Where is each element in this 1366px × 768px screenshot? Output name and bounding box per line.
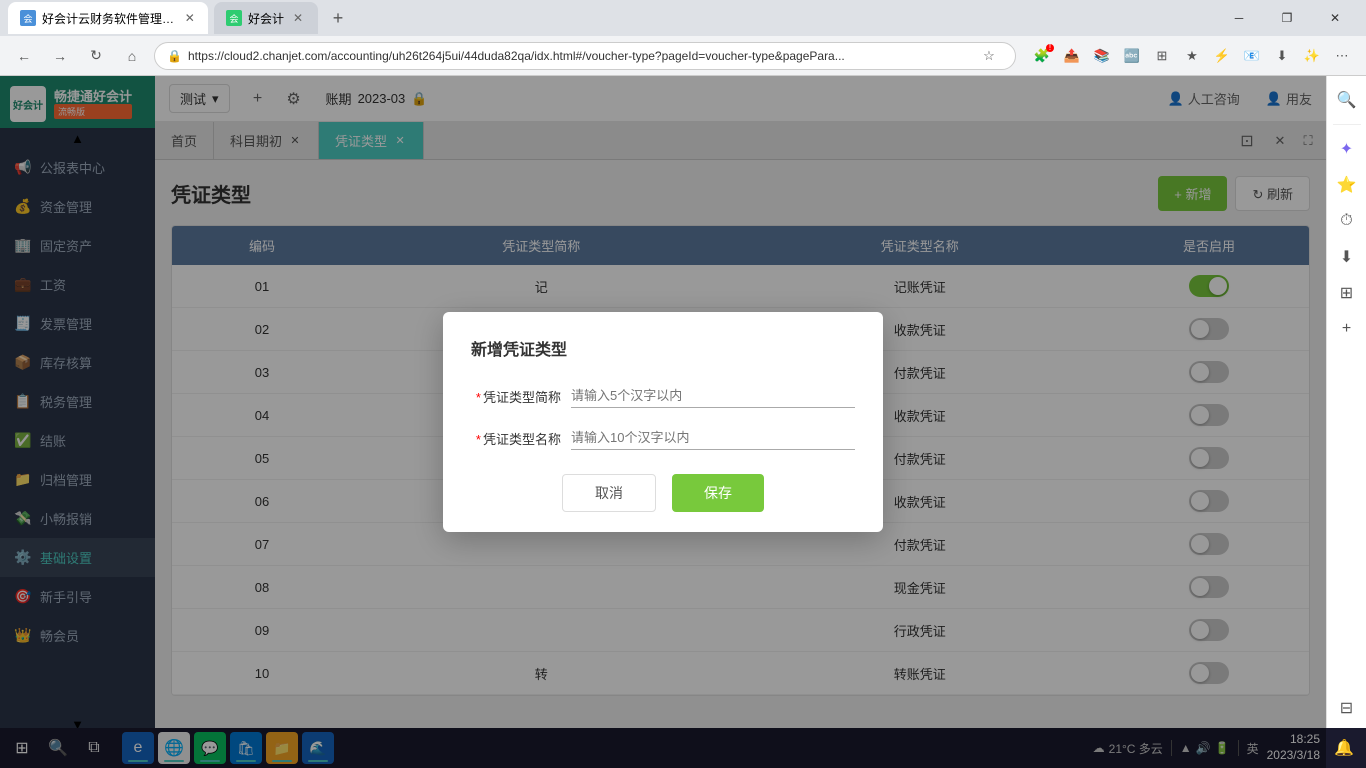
save-button[interactable]: 保存 (672, 474, 764, 512)
name-label: 凭证类型名称 (471, 429, 571, 448)
modal-title: 新增凭证类型 (471, 336, 855, 360)
home-button[interactable]: ⌂ (118, 42, 146, 70)
minimize-button[interactable]: ─ (1216, 2, 1262, 34)
more-icon[interactable]: ⋯ (1328, 42, 1356, 70)
tab2-close-icon[interactable]: ✕ (290, 10, 306, 26)
form-row-name: 凭证类型名称 (471, 426, 855, 450)
window-controls: ─ ❐ ✕ (1216, 2, 1358, 34)
bing-icon[interactable]: ⚡ (1208, 42, 1236, 70)
tab2-label: 好会计 (248, 10, 284, 27)
right-collections-button[interactable]: ⭐ (1331, 169, 1363, 201)
close-window-button[interactable]: ✕ (1312, 2, 1358, 34)
forward-button[interactable]: → (46, 42, 74, 70)
reload-button[interactable]: ↻ (82, 42, 110, 70)
name-input[interactable] (571, 426, 855, 450)
modal-overlay: 新增凭证类型 凭证类型简称 凭证类型名称 取消 保存 (0, 76, 1326, 768)
download-icon[interactable]: ⬇ (1268, 42, 1296, 70)
tab1-label: 好会计云财务软件管理系统_会计 (42, 10, 178, 27)
back-button[interactable]: ← (10, 42, 38, 70)
browser-tab-1[interactable]: 会 好会计云财务软件管理系统_会计 ✕ (8, 2, 208, 34)
address-bar-container: ← → ↻ ⌂ 🔒 https://cloud2.chanjet.com/acc… (0, 36, 1366, 76)
abbr-input[interactable] (571, 384, 855, 408)
favorites-icon[interactable]: ★ (1178, 42, 1206, 70)
security-icon: 🔒 (167, 49, 182, 63)
abbr-label: 凭证类型简称 (471, 387, 571, 406)
profile-icon[interactable]: 🔤 (1118, 42, 1146, 70)
star-icon[interactable]: ☆ (975, 42, 1003, 70)
right-downloads-button[interactable]: ⬇ (1331, 241, 1363, 273)
right-search-button[interactable]: 🔍 (1331, 84, 1363, 116)
add-voucher-type-modal: 新增凭证类型 凭证类型简称 凭证类型名称 取消 保存 (443, 312, 883, 532)
right-apps-button[interactable]: ⊞ (1331, 277, 1363, 309)
share-icon[interactable]: 📤 (1058, 42, 1086, 70)
browser-tab-bar: 会 好会计云财务软件管理系统_会计 ✕ 会 好会计 ✕ + ─ ❐ ✕ (0, 0, 1366, 36)
extensions-icon[interactable]: 🧩 ! (1028, 42, 1056, 70)
collections-icon[interactable]: 📚 (1088, 42, 1116, 70)
split-icon[interactable]: ⊞ (1148, 42, 1176, 70)
addr-action-icons: ☆ (975, 42, 1003, 70)
tab2-favicon: 会 (226, 10, 242, 26)
notifications-button[interactable]: 🔔 (1328, 732, 1360, 764)
copilot-icon[interactable]: ✨ (1298, 42, 1326, 70)
right-divider (1333, 124, 1361, 125)
tab1-close-icon[interactable]: ✕ (184, 10, 196, 26)
url-text: https://cloud2.chanjet.com/accounting/uh… (188, 49, 969, 63)
restore-button[interactable]: ❐ (1264, 2, 1310, 34)
browser-right-icons: 🧩 ! 📤 📚 🔤 ⊞ ★ ⚡ 📧 ⬇ ✨ ⋯ (1028, 42, 1356, 70)
form-row-abbr: 凭证类型简称 (471, 384, 855, 408)
right-panel: 🔍 ✦ ⭐ ⏱ ⬇ ⊞ + ⊟ ⚙ (1326, 76, 1366, 768)
address-bar[interactable]: 🔒 https://cloud2.chanjet.com/accounting/… (154, 42, 1016, 70)
cancel-button[interactable]: 取消 (562, 474, 656, 512)
right-copilot-button[interactable]: ✦ (1331, 133, 1363, 165)
right-grid-button[interactable]: ⊟ (1331, 692, 1363, 724)
tab1-favicon: 会 (20, 10, 36, 26)
modal-actions: 取消 保存 (471, 474, 855, 512)
new-tab-button[interactable]: + (324, 4, 352, 32)
browser-tab-2[interactable]: 会 好会计 ✕ (214, 2, 318, 34)
right-history-button[interactable]: ⏱ (1331, 205, 1363, 237)
outlook-icon[interactable]: 📧 (1238, 42, 1266, 70)
right-add-button[interactable]: + (1331, 313, 1363, 345)
